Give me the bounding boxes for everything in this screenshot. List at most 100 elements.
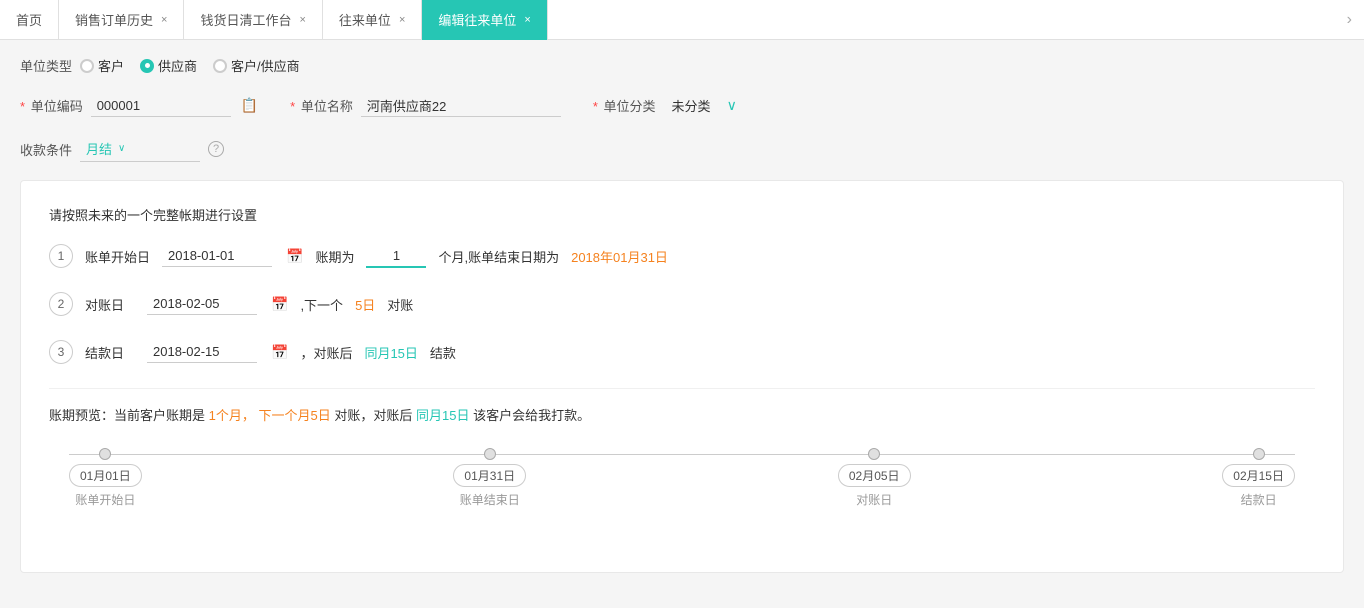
radio-both-label: 客户/供应商 — [231, 56, 300, 75]
preview-end: 该客户会给我打款。 — [473, 408, 590, 423]
tab-cashflow-close[interactable]: × — [299, 14, 305, 26]
tab-partner-label: 往来单位 — [339, 10, 391, 29]
unit-category-star: * — [593, 99, 598, 114]
unit-type-label: 单位类型 — [20, 56, 72, 75]
unit-type-row: 单位类型 客户 供应商 客户/供应商 — [20, 56, 1344, 75]
unit-name-input[interactable] — [361, 95, 561, 117]
row-label-3: 结款日 — [85, 343, 135, 362]
page-content: 单位类型 客户 供应商 客户/供应商 * 单位编码 — [0, 40, 1364, 608]
preview-text: 账期预览：当前客户账期是 1个月， 下一个月5日 对账，对账后 同月15日 该客… — [49, 405, 1315, 424]
radio-customer[interactable]: 客户 — [80, 56, 124, 75]
preview-2: 下一个月5日 — [259, 408, 331, 423]
timeline-point-2: 01月31日 账单结束日 — [453, 448, 526, 508]
unit-info-row: * 单位编码 📋 * 单位名称 * 单位分类 未分类 ∨ — [20, 93, 1344, 118]
radio-customer-label: 客户 — [98, 56, 124, 75]
tab-sales-history[interactable]: 销售订单历史 × — [59, 0, 184, 40]
tab-sales-history-close[interactable]: × — [161, 14, 167, 26]
reconcile-desc-prefix: ,下一个 — [300, 295, 343, 314]
timeline-dot-4 — [1253, 448, 1265, 460]
tab-home[interactable]: 首页 — [0, 0, 59, 40]
tab-cashflow[interactable]: 钱货日清工作台 × — [184, 0, 322, 40]
row-num-2: 2 — [49, 292, 73, 316]
tab-more-button[interactable]: › — [1335, 11, 1364, 29]
row-num-1: 1 — [49, 244, 73, 268]
radio-supplier-circle — [140, 59, 154, 73]
reconcile-highlight: 5日 — [355, 295, 375, 314]
timeline-dot-3 — [868, 448, 880, 460]
radio-customer-circle — [80, 59, 94, 73]
tab-home-label: 首页 — [16, 10, 42, 29]
radio-both-circle — [213, 59, 227, 73]
payment-condition-item: 收款条件 月结 ∨ ? — [20, 136, 224, 162]
unit-category-value: 未分类 — [664, 93, 719, 118]
timeline-label-4: 结款日 — [1241, 491, 1277, 508]
unit-name-label: * 单位名称 — [290, 96, 353, 115]
tab-edit-partner[interactable]: 编辑往来单位 × — [422, 0, 547, 40]
unit-code-item: * 单位编码 📋 — [20, 95, 258, 117]
tab-partner[interactable]: 往来单位 × — [323, 0, 422, 40]
unit-code-copy-icon[interactable]: 📋 — [241, 97, 258, 114]
unit-category-label: * 单位分类 — [593, 96, 656, 115]
payment-date-calendar-icon[interactable]: 📅 — [271, 344, 288, 361]
setting-row-1: 1 账单开始日 📅 账期为 个月,账单结束日期为 2018年01月31日 — [49, 244, 1315, 268]
reconcile-desc-suffix: 对账 — [387, 295, 413, 314]
preview-mid: 对账，对账后 — [334, 408, 412, 423]
payment-desc-suffix: 结款 — [430, 343, 456, 362]
payment-condition-select[interactable]: 月结 ∨ — [80, 136, 200, 162]
reconcile-date-input[interactable] — [147, 293, 257, 315]
tab-sales-history-label: 销售订单历史 — [75, 10, 153, 29]
unit-code-star: * — [20, 99, 25, 114]
timeline-badge-1: 01月01日 — [69, 464, 142, 487]
reconcile-date-calendar-icon[interactable]: 📅 — [271, 296, 288, 313]
payment-condition-value: 月结 — [80, 136, 118, 161]
payment-condition-row: 收款条件 月结 ∨ ? — [20, 136, 1344, 162]
tab-partner-close[interactable]: × — [399, 14, 405, 26]
timeline-label-1: 账单开始日 — [75, 491, 135, 508]
radio-supplier-label: 供应商 — [158, 56, 197, 75]
radio-both[interactable]: 客户/供应商 — [213, 56, 300, 75]
payment-highlight: 同月15日 — [364, 343, 417, 362]
setting-row-2: 2 对账日 📅 ,下一个 5日 对账 — [49, 292, 1315, 316]
payment-date-input[interactable] — [147, 341, 257, 363]
period-end-date: 2018年01月31日 — [571, 247, 668, 266]
period-value-input[interactable] — [366, 245, 426, 268]
unit-code-label: * 单位编码 — [20, 96, 83, 115]
preview-section: 账期预览：当前客户账期是 1个月， 下一个月5日 对账，对账后 同月15日 该客… — [49, 388, 1315, 548]
unit-name-star: * — [290, 99, 295, 114]
tab-edit-partner-label: 编辑往来单位 — [438, 10, 516, 29]
timeline-point-4: 02月15日 结款日 — [1222, 448, 1295, 508]
timeline-points: 01月01日 账单开始日 01月31日 账单结束日 02月05日 对账日 — [69, 448, 1295, 508]
tab-bar: 首页 销售订单历史 × 钱货日清工作台 × 往来单位 × 编辑往来单位 × › — [0, 0, 1364, 40]
start-date-calendar-icon[interactable]: 📅 — [286, 248, 303, 265]
unit-category-item: * 单位分类 未分类 ∨ — [593, 93, 737, 118]
unit-category-dropdown[interactable]: ∨ — [727, 97, 737, 114]
payment-condition-label: 收款条件 — [20, 140, 72, 159]
timeline-label-2: 账单结束日 — [460, 491, 520, 508]
timeline-badge-4: 02月15日 — [1222, 464, 1295, 487]
tab-edit-partner-close[interactable]: × — [524, 14, 530, 26]
row-num-3: 3 — [49, 340, 73, 364]
payment-condition-arrow: ∨ — [118, 143, 129, 154]
timeline: 01月01日 账单开始日 01月31日 账单结束日 02月05日 对账日 — [49, 448, 1315, 548]
tab-cashflow-label: 钱货日清工作台 — [200, 10, 291, 29]
setting-row-3: 3 结款日 📅 ，对账后 同月15日 结款 — [49, 340, 1315, 364]
unit-name-item: * 单位名称 — [290, 95, 561, 117]
help-icon[interactable]: ? — [208, 141, 224, 157]
preview-3: 同月15日 — [416, 408, 469, 423]
radio-supplier[interactable]: 供应商 — [140, 56, 197, 75]
unit-type-radio-group: 客户 供应商 客户/供应商 — [80, 56, 300, 75]
unit-code-input[interactable] — [91, 95, 231, 117]
setting-box: 请按照未来的一个完整帐期进行设置 1 账单开始日 📅 账期为 个月,账单结束日期… — [20, 180, 1344, 573]
timeline-point-3: 02月05日 对账日 — [838, 448, 911, 508]
preview-1: 1个月， — [209, 408, 255, 423]
period-unit: 个月,账单结束日期为 — [438, 247, 559, 266]
timeline-dot-1 — [99, 448, 111, 460]
timeline-point-1: 01月01日 账单开始日 — [69, 448, 142, 508]
preview-label: 账期预览：当前客户账期是 — [49, 408, 205, 423]
row-label-1: 账单开始日 — [85, 247, 150, 266]
setting-title: 请按照未来的一个完整帐期进行设置 — [49, 205, 1315, 224]
timeline-label-3: 对账日 — [856, 491, 892, 508]
start-date-input[interactable] — [162, 245, 272, 267]
timeline-badge-2: 01月31日 — [453, 464, 526, 487]
timeline-badge-3: 02月05日 — [838, 464, 911, 487]
